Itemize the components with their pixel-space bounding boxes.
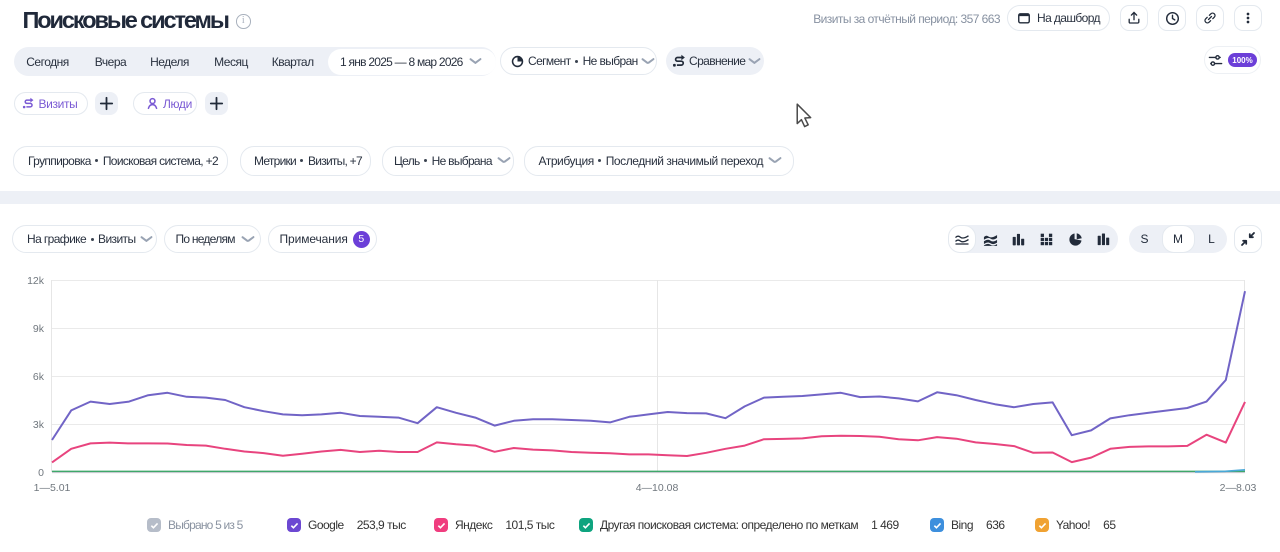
svg-text:6k: 6k <box>33 371 45 383</box>
svg-text:1—5.01: 1—5.01 <box>34 482 71 494</box>
svg-text:4—10.08: 4—10.08 <box>636 482 679 494</box>
svg-text:3k: 3k <box>33 419 45 431</box>
svg-text:2—8.03: 2—8.03 <box>1220 482 1257 494</box>
svg-text:0: 0 <box>38 467 44 479</box>
svg-text:9k: 9k <box>33 323 45 335</box>
svg-text:12k: 12k <box>27 275 45 287</box>
